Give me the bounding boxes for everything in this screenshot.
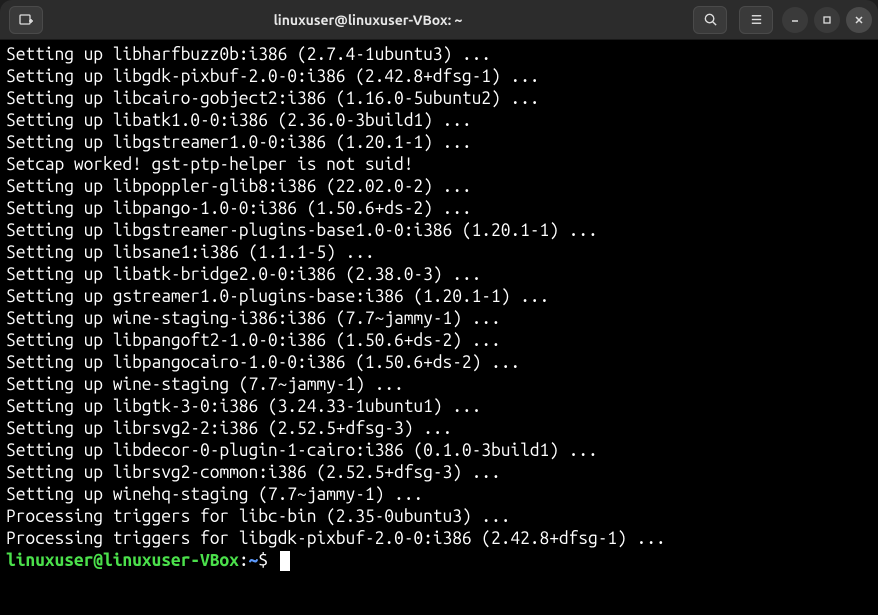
output-line: Processing triggers for libgdk-pixbuf-2.…: [6, 528, 872, 550]
output-line: Setting up libatk-bridge2.0-0:i386 (2.38…: [6, 264, 872, 286]
new-tab-button[interactable]: [9, 6, 43, 34]
minimize-button[interactable]: [782, 7, 808, 33]
output-line: Setting up wine-staging (7.7~jammy-1) ..…: [6, 374, 872, 396]
close-button[interactable]: [846, 7, 872, 33]
output-line: Setting up wine-staging-i386:i386 (7.7~j…: [6, 308, 872, 330]
output-line: Setting up libpangocairo-1.0-0:i386 (1.5…: [6, 352, 872, 374]
output-line: Setting up libsane1:i386 (1.1.1-5) ...: [6, 242, 872, 264]
prompt-path: ~: [249, 550, 259, 572]
output-line: Setting up winehq-staging (7.7~jammy-1) …: [6, 484, 872, 506]
window-titlebar: linuxuser@linuxuser-VBox: ~: [0, 0, 878, 40]
output-line: Setting up librsvg2-common:i386 (2.52.5+…: [6, 462, 872, 484]
output-line: Setting up libatk1.0-0:i386 (2.36.0-3bui…: [6, 110, 872, 132]
minimize-icon: [790, 15, 800, 25]
window-title: linuxuser@linuxuser-VBox: ~: [46, 12, 690, 28]
prompt-line[interactable]: linuxuser@linuxuser-VBox:~$: [6, 550, 872, 572]
output-line: Setcap worked! gst-ptp-helper is not sui…: [6, 154, 872, 176]
output-line: Setting up libgdk-pixbuf-2.0-0:i386 (2.4…: [6, 66, 872, 88]
output-line: Setting up libharfbuzz0b:i386 (2.7.4-1ub…: [6, 44, 872, 66]
output-line: Setting up libgstreamer-plugins-base1.0-…: [6, 220, 872, 242]
new-tab-icon: [18, 12, 34, 28]
search-button[interactable]: [693, 6, 727, 34]
output-line: Setting up libpangoft2-1.0-0:i386 (1.50.…: [6, 330, 872, 352]
prompt-dollar: $: [258, 550, 277, 572]
terminal-output[interactable]: Setting up libharfbuzz0b:i386 (2.7.4-1ub…: [0, 40, 878, 615]
output-line: Setting up libcairo-gobject2:i386 (1.16.…: [6, 88, 872, 110]
hamburger-icon: [749, 12, 764, 27]
close-icon: [854, 15, 864, 25]
search-icon: [703, 12, 718, 27]
output-line: Setting up libdecor-0-plugin-1-cairo:i38…: [6, 440, 872, 462]
output-line: Setting up libpoppler-glib8:i386 (22.02.…: [6, 176, 872, 198]
maximize-icon: [822, 15, 832, 25]
cursor-icon: [280, 551, 290, 571]
output-line: Setting up gstreamer1.0-plugins-base:i38…: [6, 286, 872, 308]
output-line: Setting up libgtk-3-0:i386 (3.24.33-1ubu…: [6, 396, 872, 418]
maximize-button[interactable]: [814, 7, 840, 33]
titlebar-left-controls: [6, 6, 46, 34]
prompt-colon: :: [239, 550, 249, 572]
output-line: Setting up librsvg2-2:i386 (2.52.5+dfsg-…: [6, 418, 872, 440]
output-line: Processing triggers for libc-bin (2.35-0…: [6, 506, 872, 528]
hamburger-menu-button[interactable]: [739, 6, 773, 34]
output-line: Setting up libgstreamer1.0-0:i386 (1.20.…: [6, 132, 872, 154]
output-line: Setting up libpango-1.0-0:i386 (1.50.6+d…: [6, 198, 872, 220]
prompt-user: linuxuser@linuxuser-VBox: [6, 550, 239, 572]
titlebar-right-controls: [690, 6, 872, 34]
